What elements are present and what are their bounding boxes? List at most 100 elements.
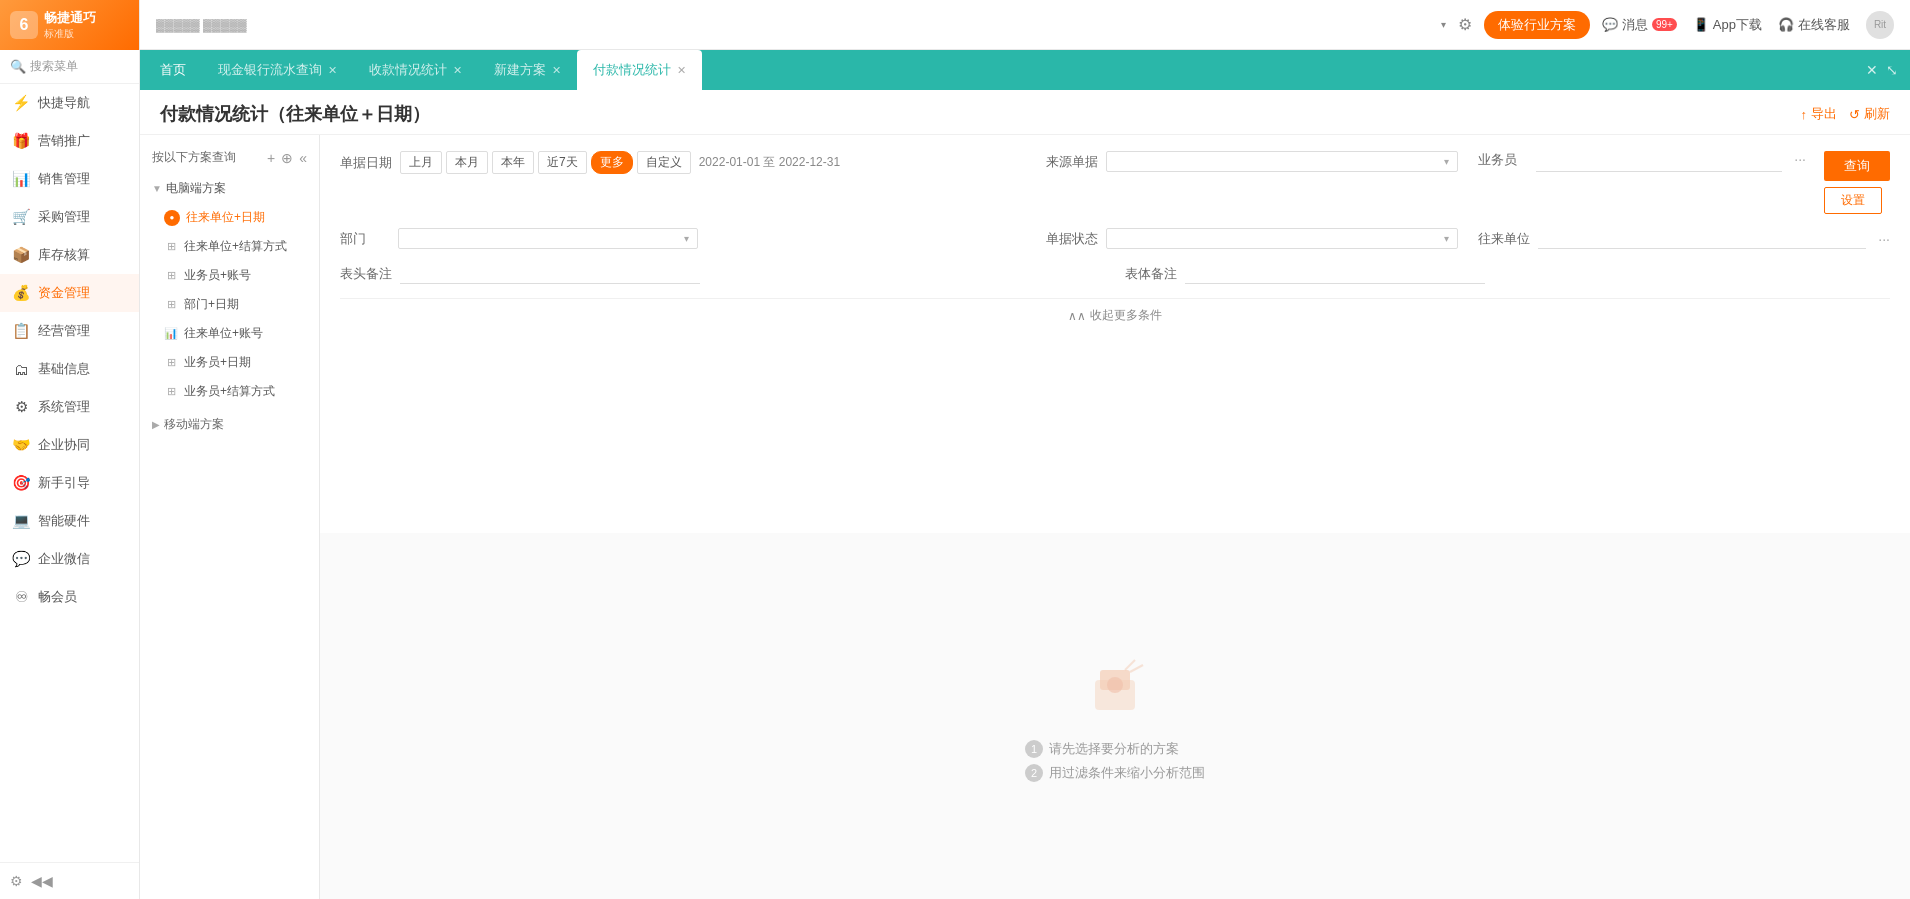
empty-hints: 1 请先选择要分析的方案 2 用过滤条件来缩小分析范围 <box>1025 740 1205 782</box>
close-all-tabs-icon[interactable]: ✕ <box>1866 62 1878 78</box>
source-label: 来源单据 <box>1046 153 1098 171</box>
date-btn-this-month[interactable]: 本月 <box>446 151 488 174</box>
tab-payment-stats-close[interactable]: ✕ <box>677 64 686 77</box>
search-menu-label: 搜索菜单 <box>30 58 78 75</box>
tab-home[interactable]: 首页 <box>144 50 202 90</box>
export-icon: ↑ <box>1801 107 1808 122</box>
messages-badge: 99+ <box>1652 18 1677 31</box>
hint-num-2: 2 <box>1025 764 1043 782</box>
collapse-sidebar-icon[interactable]: ◀◀ <box>31 873 53 889</box>
plan-item-unit-account[interactable]: 📊 往来单位+账号 <box>140 319 319 348</box>
doc-status-select[interactable]: ▾ <box>1106 228 1458 249</box>
plan-item-unit-date[interactable]: ● 往来单位+日期 <box>140 203 319 232</box>
online-service-btn[interactable]: 🎧 在线客服 <box>1778 16 1850 34</box>
date-btn-7days[interactable]: 近7天 <box>538 151 587 174</box>
member-icon: ♾ <box>12 588 30 606</box>
filter-row-2: 部门 ▾ 单据状态 ▾ <box>340 228 1890 249</box>
date-btn-this-year[interactable]: 本年 <box>492 151 534 174</box>
sidebar-item-label: 企业协同 <box>38 436 90 454</box>
sidebar-item-label: 智能硬件 <box>38 512 90 530</box>
settings-plan-icon[interactable]: ⊕ <box>281 150 293 166</box>
plan-item-label: 业务员+结算方式 <box>184 383 275 400</box>
sidebar-item-finance[interactable]: 💰 资金管理 <box>0 274 139 312</box>
sidebar-item-sales[interactable]: 📊 销售管理 <box>0 160 139 198</box>
head-note-input[interactable] <box>400 263 700 284</box>
topbar-dropdown-arrow[interactable]: ▾ <box>1441 19 1446 30</box>
tab-receipt-stats-close[interactable]: ✕ <box>453 64 462 77</box>
inventory-icon: 📦 <box>12 246 30 264</box>
tab-receipt-stats[interactable]: 收款情况统计 ✕ <box>353 50 478 90</box>
plan-item-label: 往来单位+日期 <box>186 209 265 226</box>
source-select[interactable]: ▾ <box>1106 151 1458 172</box>
empty-hint-2: 2 用过滤条件来缩小分析范围 <box>1025 764 1205 782</box>
sidebar-item-label: 采购管理 <box>38 208 90 226</box>
messages-btn[interactable]: 💬 消息 99+ <box>1602 16 1677 34</box>
user-avatar[interactable]: Rit <box>1866 11 1894 39</box>
industry-btn[interactable]: 体验行业方案 <box>1484 11 1590 39</box>
date-btn-more[interactable]: 更多 <box>591 151 633 174</box>
collapse-more-conditions[interactable]: ∧∧ 收起更多条件 <box>340 298 1890 332</box>
search-menu-item[interactable]: 🔍 搜索菜单 <box>0 50 139 84</box>
chevron-down-icon: ▼ <box>152 183 162 194</box>
plan-item-staff-account[interactable]: ⊞ 业务员+账号 <box>140 261 319 290</box>
mobile-section-header[interactable]: ▶ 移动端方案 <box>140 410 319 439</box>
sidebar-item-label: 销售管理 <box>38 170 90 188</box>
collapse-panel-icon[interactable]: « <box>299 150 307 166</box>
date-btn-custom[interactable]: 自定义 <box>637 151 691 174</box>
staff-input[interactable] <box>1536 151 1782 172</box>
tab-new-plan[interactable]: 新建方案 ✕ <box>478 50 577 90</box>
filter-area: 单据日期 上月 本月 本年 近7天 更多 自定义 2022-01-01 至 20… <box>320 135 1910 533</box>
sidebar-item-wechat[interactable]: 💬 企业微信 <box>0 540 139 578</box>
online-service-label: 在线客服 <box>1798 16 1850 34</box>
topbar-gear-icon[interactable]: ⚙ <box>1458 15 1472 34</box>
dept-select[interactable]: ▾ <box>398 228 698 249</box>
sidebar-item-system[interactable]: ⚙ 系统管理 <box>0 388 139 426</box>
empty-hint-1-text: 请先选择要分析的方案 <box>1049 740 1179 758</box>
settings-btn[interactable]: 设置 <box>1824 187 1882 214</box>
sidebar-item-marketing[interactable]: 🎁 营销推广 <box>0 122 139 160</box>
collapse-icon: ∧∧ <box>1068 309 1086 323</box>
tab-payment-stats[interactable]: 付款情况统计 ✕ <box>577 50 702 90</box>
sidebar-item-hardware[interactable]: 💻 智能硬件 <box>0 502 139 540</box>
tab-new-plan-close[interactable]: ✕ <box>552 64 561 77</box>
maximize-icon[interactable]: ⤡ <box>1886 62 1898 78</box>
filter-row-3: 表头备注 表体备注 <box>340 263 1890 284</box>
partner-input[interactable] <box>1538 228 1866 249</box>
refresh-btn[interactable]: ↺ 刷新 <box>1849 105 1890 123</box>
tab-bank-flow-close[interactable]: ✕ <box>328 64 337 77</box>
body-note-label: 表体备注 <box>1125 265 1177 283</box>
plan-item-staff-date[interactable]: ⊞ 业务员+日期 <box>140 348 319 377</box>
tabbar-window-btns: ✕ ⤡ <box>1866 62 1906 78</box>
sidebar-item-cooperation[interactable]: 🤝 企业协同 <box>0 426 139 464</box>
app-download-btn[interactable]: 📱 App下载 <box>1693 16 1762 34</box>
sidebar-item-label: 库存核算 <box>38 246 90 264</box>
filter-date-item: 单据日期 上月 本月 本年 近7天 更多 自定义 2022-01-01 至 20… <box>340 151 1026 174</box>
tab-bank-flow[interactable]: 现金银行流水查询 ✕ <box>202 50 353 90</box>
body-note-input[interactable] <box>1185 263 1485 284</box>
partner-more-icon[interactable]: ··· <box>1878 231 1890 247</box>
date-btn-last-month[interactable]: 上月 <box>400 151 442 174</box>
plan-item-label: 业务员+账号 <box>184 267 251 284</box>
finance-icon: 💰 <box>12 284 30 302</box>
sidebar-item-member[interactable]: ♾ 畅会员 <box>0 578 139 616</box>
export-btn[interactable]: ↑ 导出 <box>1801 105 1838 123</box>
sidebar-item-guide[interactable]: 🎯 新手引导 <box>0 464 139 502</box>
sidebar-item-basic-info[interactable]: 🗂 基础信息 <box>0 350 139 388</box>
plan-item-dept-date[interactable]: ⊞ 部门+日期 <box>140 290 319 319</box>
desktop-section-header[interactable]: ▼ 电脑端方案 <box>140 174 319 203</box>
plan-item-unit-settle[interactable]: ⊞ 往来单位+结算方式 <box>140 232 319 261</box>
staff-more-icon[interactable]: ··· <box>1794 151 1806 167</box>
user-display: ▓▓▓▓▓ ▓▓▓▓▓ <box>156 18 247 32</box>
sidebar-item-quick-nav[interactable]: ⚡ 快捷导航 <box>0 84 139 122</box>
query-btn[interactable]: 查询 <box>1824 151 1890 181</box>
add-plan-btn[interactable]: + <box>267 150 275 166</box>
settings-icon[interactable]: ⚙ <box>10 873 23 889</box>
topbar-user-info: ▓▓▓▓▓ ▓▓▓▓▓ <box>156 17 1429 32</box>
topbar-actions: 💬 消息 99+ 📱 App下载 🎧 在线客服 Rit <box>1602 11 1894 39</box>
sidebar-item-operation[interactable]: 📋 经营管理 <box>0 312 139 350</box>
sidebar-item-purchase[interactable]: 🛒 采购管理 <box>0 198 139 236</box>
plan-item-staff-settle[interactable]: ⊞ 业务员+结算方式 <box>140 377 319 406</box>
sidebar-item-inventory[interactable]: 📦 库存核算 <box>0 236 139 274</box>
sidebar-item-label: 经营管理 <box>38 322 90 340</box>
plan-item-label: 往来单位+结算方式 <box>184 238 287 255</box>
